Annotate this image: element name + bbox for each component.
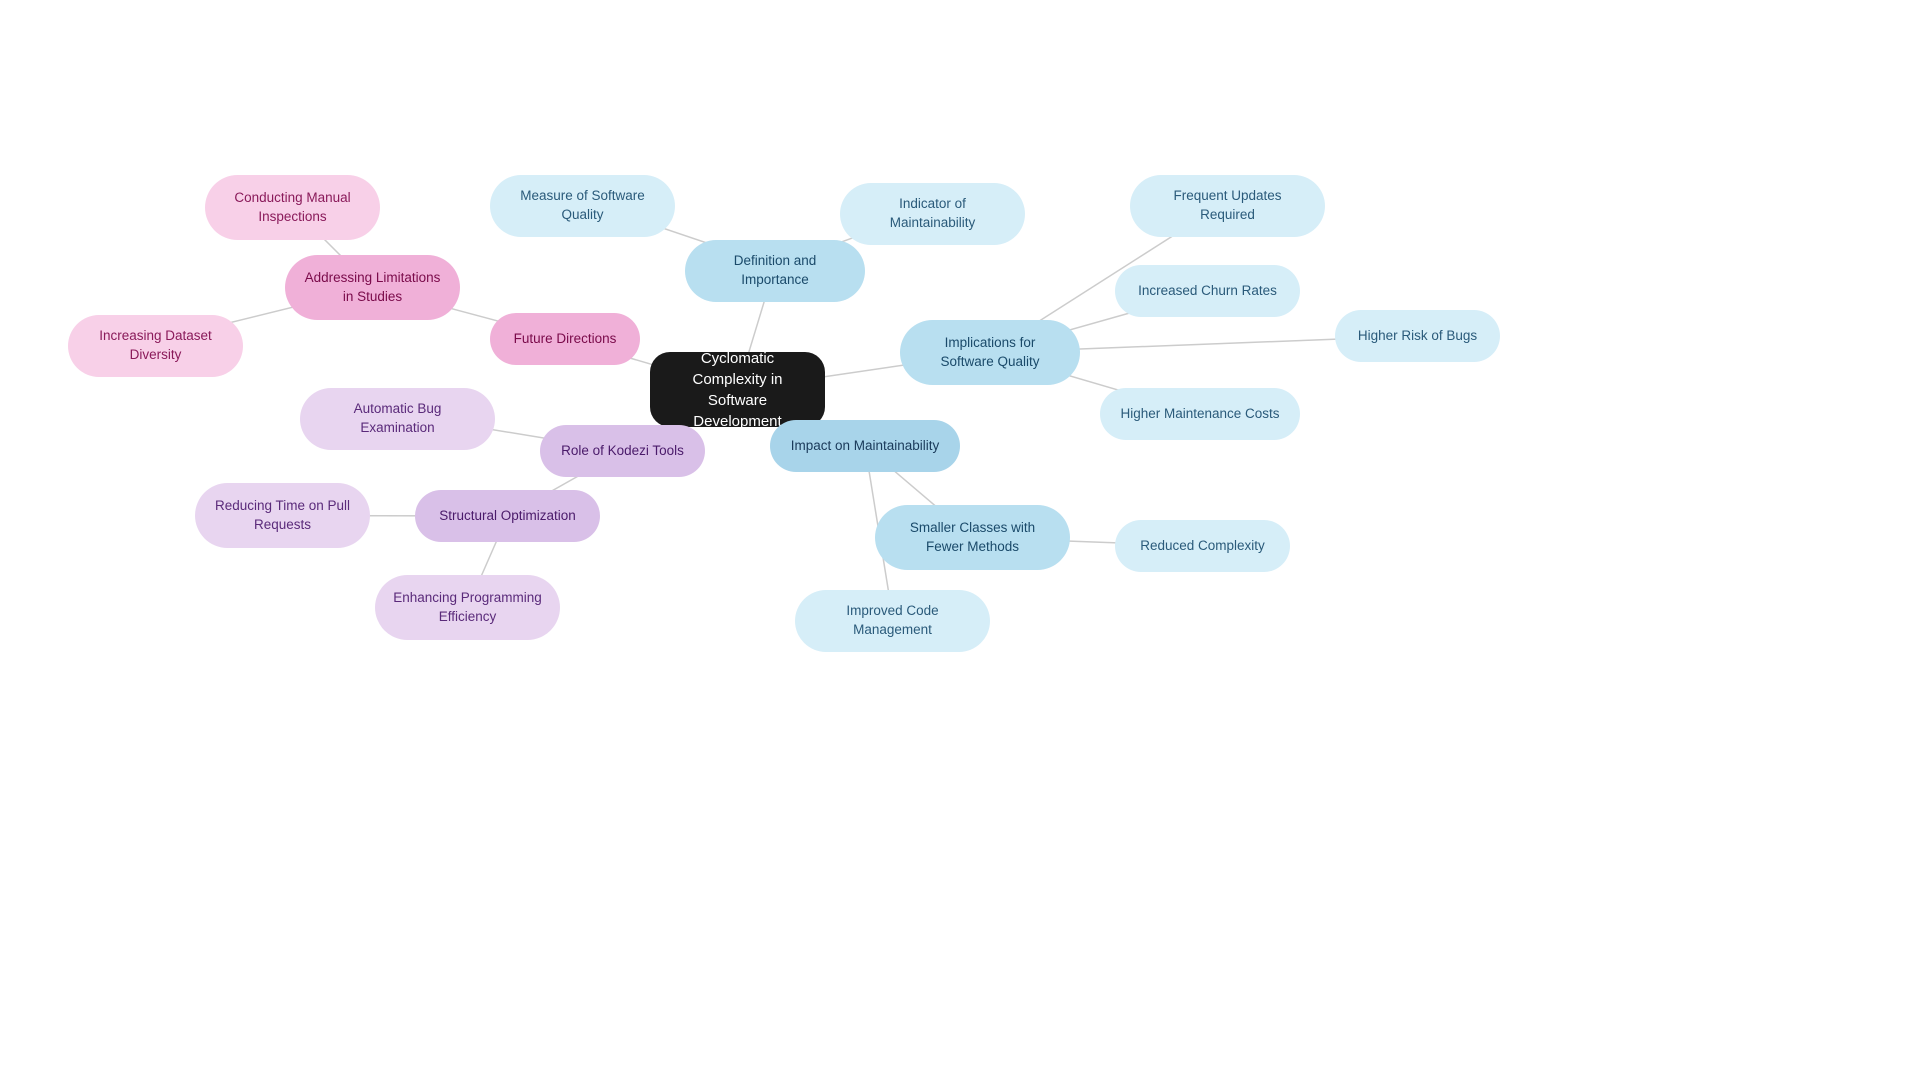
node-implications[interactable]: Implications for Software Quality [900, 320, 1080, 385]
node-measure-sq[interactable]: Measure of Software Quality [490, 175, 675, 237]
node-reduced[interactable]: Reduced Complexity [1115, 520, 1290, 572]
node-conducting[interactable]: Conducting Manual Inspections [205, 175, 380, 240]
node-increasing[interactable]: Increasing Dataset Diversity [68, 315, 243, 377]
node-future[interactable]: Future Directions [490, 313, 640, 365]
mindmap-container: Cyclomatic Complexity in Software Develo… [0, 0, 1920, 1083]
node-improved[interactable]: Improved Code Management [795, 590, 990, 652]
node-auto-bug[interactable]: Automatic Bug Examination [300, 388, 495, 450]
node-impact-maint[interactable]: Impact on Maintainability [770, 420, 960, 472]
node-higher-maint[interactable]: Higher Maintenance Costs [1100, 388, 1300, 440]
node-enhancing[interactable]: Enhancing Programming Efficiency [375, 575, 560, 640]
node-higher-risk[interactable]: Higher Risk of Bugs [1335, 310, 1500, 362]
node-indicator[interactable]: Indicator of Maintainability [840, 183, 1025, 245]
node-def-imp[interactable]: Definition and Importance [685, 240, 865, 302]
node-smaller-classes[interactable]: Smaller Classes with Fewer Methods [875, 505, 1070, 570]
node-center[interactable]: Cyclomatic Complexity in Software Develo… [650, 352, 825, 427]
node-frequent[interactable]: Frequent Updates Required [1130, 175, 1325, 237]
node-structural[interactable]: Structural Optimization [415, 490, 600, 542]
node-addressing[interactable]: Addressing Limitations in Studies [285, 255, 460, 320]
node-churn[interactable]: Increased Churn Rates [1115, 265, 1300, 317]
node-reducing-time[interactable]: Reducing Time on Pull Requests [195, 483, 370, 548]
node-role-kodezi[interactable]: Role of Kodezi Tools [540, 425, 705, 477]
